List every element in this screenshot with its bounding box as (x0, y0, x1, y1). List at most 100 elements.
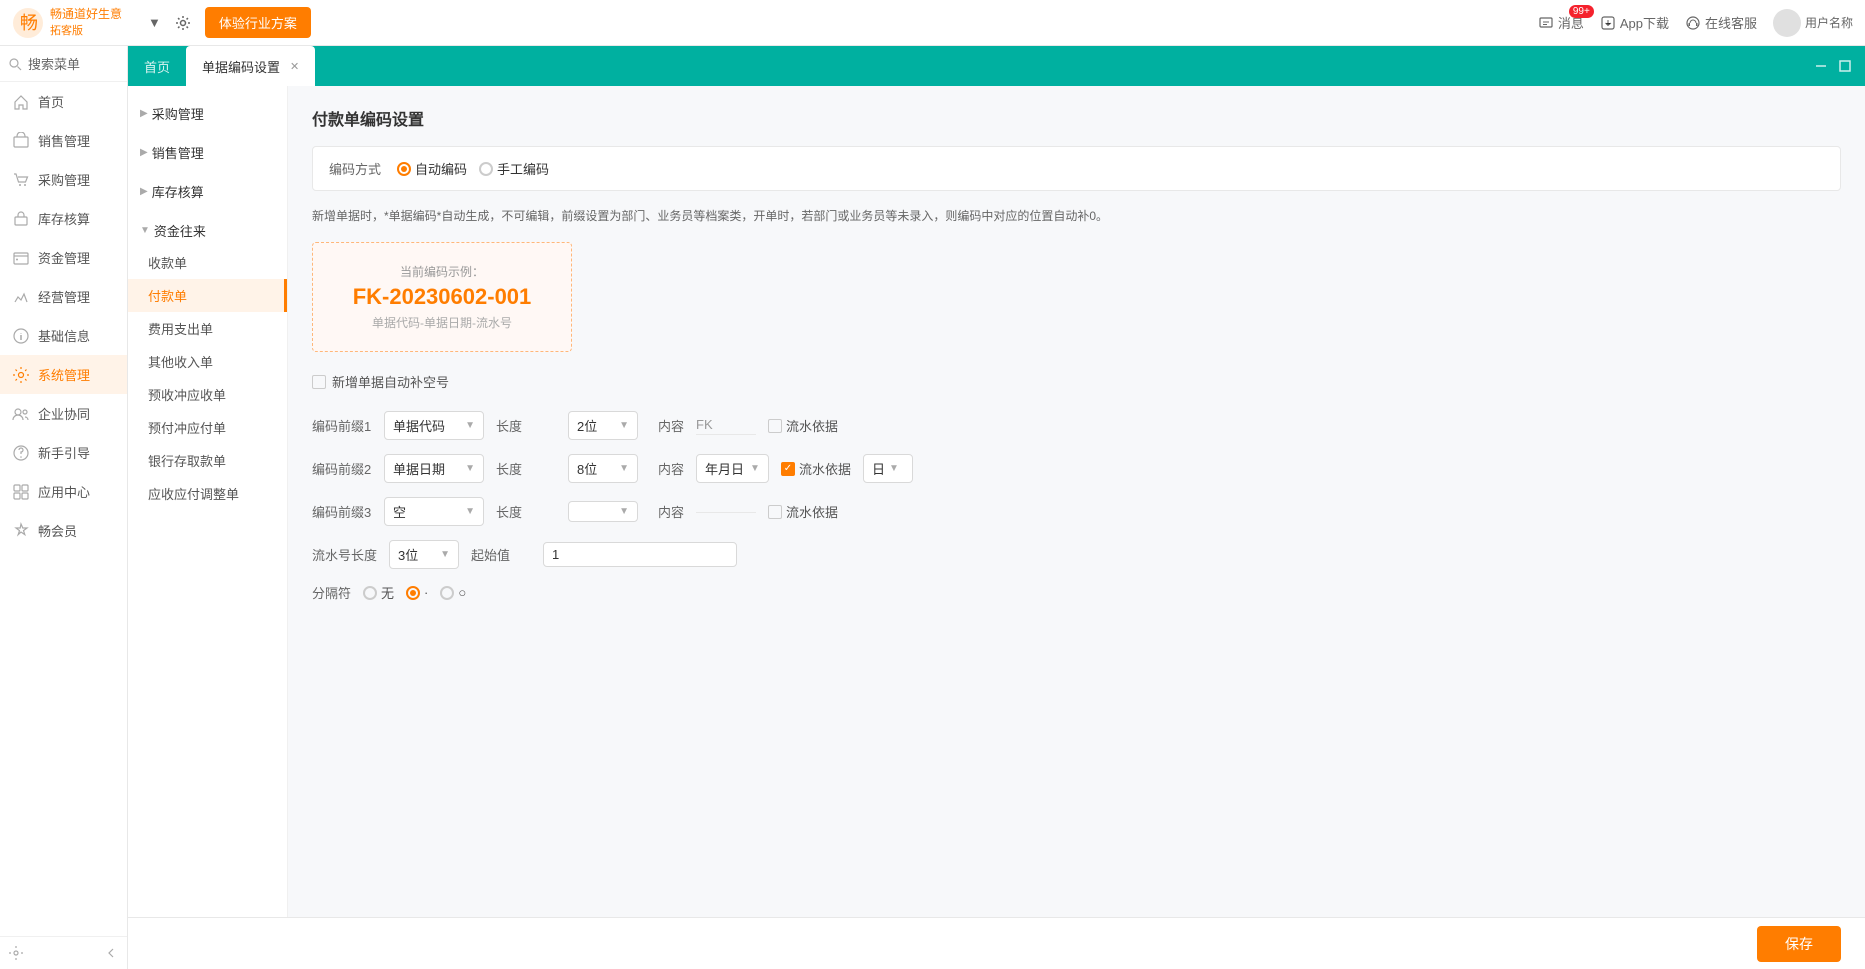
online-service-button[interactable]: 在线客服 (1685, 13, 1757, 32)
submenu-group-purchase-label: 采购管理 (152, 104, 204, 123)
sidebar-bottom (0, 936, 127, 969)
submenu-group-sales-title[interactable]: ▶ 销售管理 (128, 137, 287, 168)
arrow-right-icon: ▶ (140, 108, 148, 119)
bottom-collapse-icon[interactable] (103, 945, 119, 961)
tab-minimize-icon[interactable] (1813, 58, 1829, 74)
trial-button[interactable]: 体验行业方案 (205, 7, 311, 38)
tab-close-icon[interactable]: ✕ (290, 60, 299, 73)
serial-length-select[interactable]: 3位 ▼ (389, 540, 459, 569)
sidebar-item-member[interactable]: 畅会员 (0, 511, 127, 550)
save-button[interactable]: 保存 (1757, 926, 1841, 962)
sidebar-item-home[interactable]: 首页 (0, 82, 127, 121)
separator-none-label: 无 (381, 583, 394, 602)
logo-sub-text: 拓客版 (50, 22, 122, 38)
app-download-button[interactable]: App下载 (1600, 13, 1669, 32)
prefix2-content-select[interactable]: 年月日 ▼ (696, 454, 769, 483)
auto-fill-label: 新增单据自动补空号 (332, 372, 449, 391)
prefix1-length-value: 2位 (577, 416, 597, 435)
settings-gear-button[interactable] (169, 9, 197, 37)
manual-encode-radio[interactable] (479, 162, 493, 176)
sidebar-item-purchase[interactable]: 采购管理 (0, 160, 127, 199)
sidebar-item-finance[interactable]: 资金管理 (0, 238, 127, 277)
sidebar-item-inventory[interactable]: 库存核算 (0, 199, 127, 238)
sidebar-item-system[interactable]: 系统管理 (0, 355, 127, 394)
tab-maximize-icon[interactable] (1837, 58, 1853, 74)
prefix1-flow-checkbox[interactable] (768, 419, 782, 433)
separator-none-option[interactable]: 无 (363, 583, 394, 602)
prefix2-flow-depend[interactable]: ✓ 流水依据 (781, 459, 851, 478)
prefix2-flow-checkbox[interactable]: ✓ (781, 462, 795, 476)
submenu-group-capital-title[interactable]: ▼ 资金往来 (128, 215, 287, 246)
separator-label: 分隔符 (312, 583, 351, 602)
separator-circle-option[interactable]: ○ (440, 585, 466, 600)
submenu-item-bank[interactable]: 银行存取款单 (128, 444, 287, 477)
info-text: 新增单据时，*单据编码*自动生成，不可编辑，前缀设置为部门、业务员等档案类，开单… (312, 207, 1841, 226)
tab-settings-label: 单据编码设置 (202, 57, 280, 76)
prefix1-length-select[interactable]: 2位 ▼ (568, 411, 638, 440)
submenu-item-adjust[interactable]: 应收应付调整单 (128, 477, 287, 510)
prefix3-label: 编码前缀3 (312, 502, 372, 521)
separator-circle-radio[interactable] (440, 586, 454, 600)
svg-text:畅: 畅 (20, 13, 38, 33)
prefix2-select[interactable]: 单据日期 ▼ (384, 454, 484, 483)
sidebar-item-manage[interactable]: 经营管理 (0, 277, 127, 316)
sidebar-item-inventory-label: 库存核算 (38, 209, 90, 228)
sidebar-item-collab[interactable]: 企业协同 (0, 394, 127, 433)
prefix3-flow-depend[interactable]: 流水依据 (768, 502, 838, 521)
prefix1-arrow-icon: ▼ (465, 420, 475, 431)
submenu-group-inventory-label: 库存核算 (152, 182, 204, 201)
submenu: ▶ 采购管理 ▶ 销售管理 ▶ 库存核算 (128, 86, 288, 917)
sidebar-item-guide[interactable]: 新手引导 (0, 433, 127, 472)
submenu-group-capital-label: 资金往来 (154, 221, 206, 240)
submenu-item-other-income[interactable]: 其他收入单 (128, 345, 287, 378)
prefix2-content-label: 内容 (658, 459, 684, 478)
sidebar-item-sales[interactable]: 销售管理 (0, 121, 127, 160)
arrow-right-icon2: ▶ (140, 147, 148, 158)
submenu-group-sales-label: 销售管理 (152, 143, 204, 162)
sidebar-item-apps[interactable]: 应用中心 (0, 472, 127, 511)
sidebar-item-info[interactable]: 基础信息 (0, 316, 127, 355)
prefix1-flow-depend[interactable]: 流水依据 (768, 416, 838, 435)
submenu-item-pre-pay[interactable]: 预付冲应付单 (128, 411, 287, 444)
nav-dropdown[interactable]: ▼ (148, 15, 161, 30)
submenu-item-pre-pay-label: 预付冲应付单 (148, 421, 226, 436)
separator-dot-option[interactable]: · (406, 585, 428, 600)
username-text: 用户名称 (1805, 14, 1853, 31)
prefix2-flow-label: 流水依据 (799, 459, 851, 478)
submenu-group-inventory-title[interactable]: ▶ 库存核算 (128, 176, 287, 207)
prefix2-length-select[interactable]: 8位 ▼ (568, 454, 638, 483)
sidebar-search[interactable]: 搜索菜单 (0, 46, 127, 82)
submenu-item-receipt[interactable]: 收款单 (128, 246, 287, 279)
auto-fill-checkbox[interactable] (312, 375, 326, 389)
preview-code: FK-20230602-001 (333, 284, 551, 310)
serial-start-input[interactable] (543, 542, 737, 567)
submenu-item-expense[interactable]: 费用支出单 (128, 312, 287, 345)
submenu-item-payment[interactable]: 付款单 (128, 279, 287, 312)
tab-settings[interactable]: 单据编码设置 ✕ (186, 46, 315, 86)
message-button[interactable]: 消息 99+ (1538, 13, 1584, 32)
prefix2-period-select[interactable]: 日 ▼ (863, 454, 913, 483)
online-service-label: 在线客服 (1705, 13, 1757, 32)
manual-encode-option[interactable]: 手工编码 (479, 159, 549, 178)
auto-encode-radio[interactable] (397, 162, 411, 176)
arrow-right-icon3: ▶ (140, 186, 148, 197)
bottom-settings-icon[interactable] (8, 945, 24, 961)
sidebar-item-purchase-label: 采购管理 (38, 170, 90, 189)
prefix3-select[interactable]: 空 ▼ (384, 497, 484, 526)
tab-home[interactable]: 首页 (128, 46, 186, 86)
separator-dot-radio[interactable] (406, 586, 420, 600)
submenu-item-pre-receive[interactable]: 预收冲应收单 (128, 378, 287, 411)
prefix1-select[interactable]: 单据代码 ▼ (384, 411, 484, 440)
user-avatar[interactable]: 用户名称 (1773, 9, 1853, 37)
sidebar-item-apps-label: 应用中心 (38, 482, 90, 501)
prefix2-row: 编码前缀2 单据日期 ▼ 长度 8位 ▼ 内容 年月日 ▼ (312, 454, 1841, 483)
auto-encode-option[interactable]: 自动编码 (397, 159, 467, 178)
prefix2-period-arrow-icon: ▼ (889, 463, 899, 474)
submenu-item-receipt-label: 收款单 (148, 256, 187, 271)
prefix3-flow-checkbox[interactable] (768, 505, 782, 519)
submenu-group-purchase-title[interactable]: ▶ 采购管理 (128, 98, 287, 129)
message-badge: 99+ (1569, 5, 1594, 18)
prefix3-length-select[interactable]: ▼ (568, 501, 638, 522)
separator-none-radio[interactable] (363, 586, 377, 600)
prefix1-length-label: 长度 (496, 416, 556, 435)
